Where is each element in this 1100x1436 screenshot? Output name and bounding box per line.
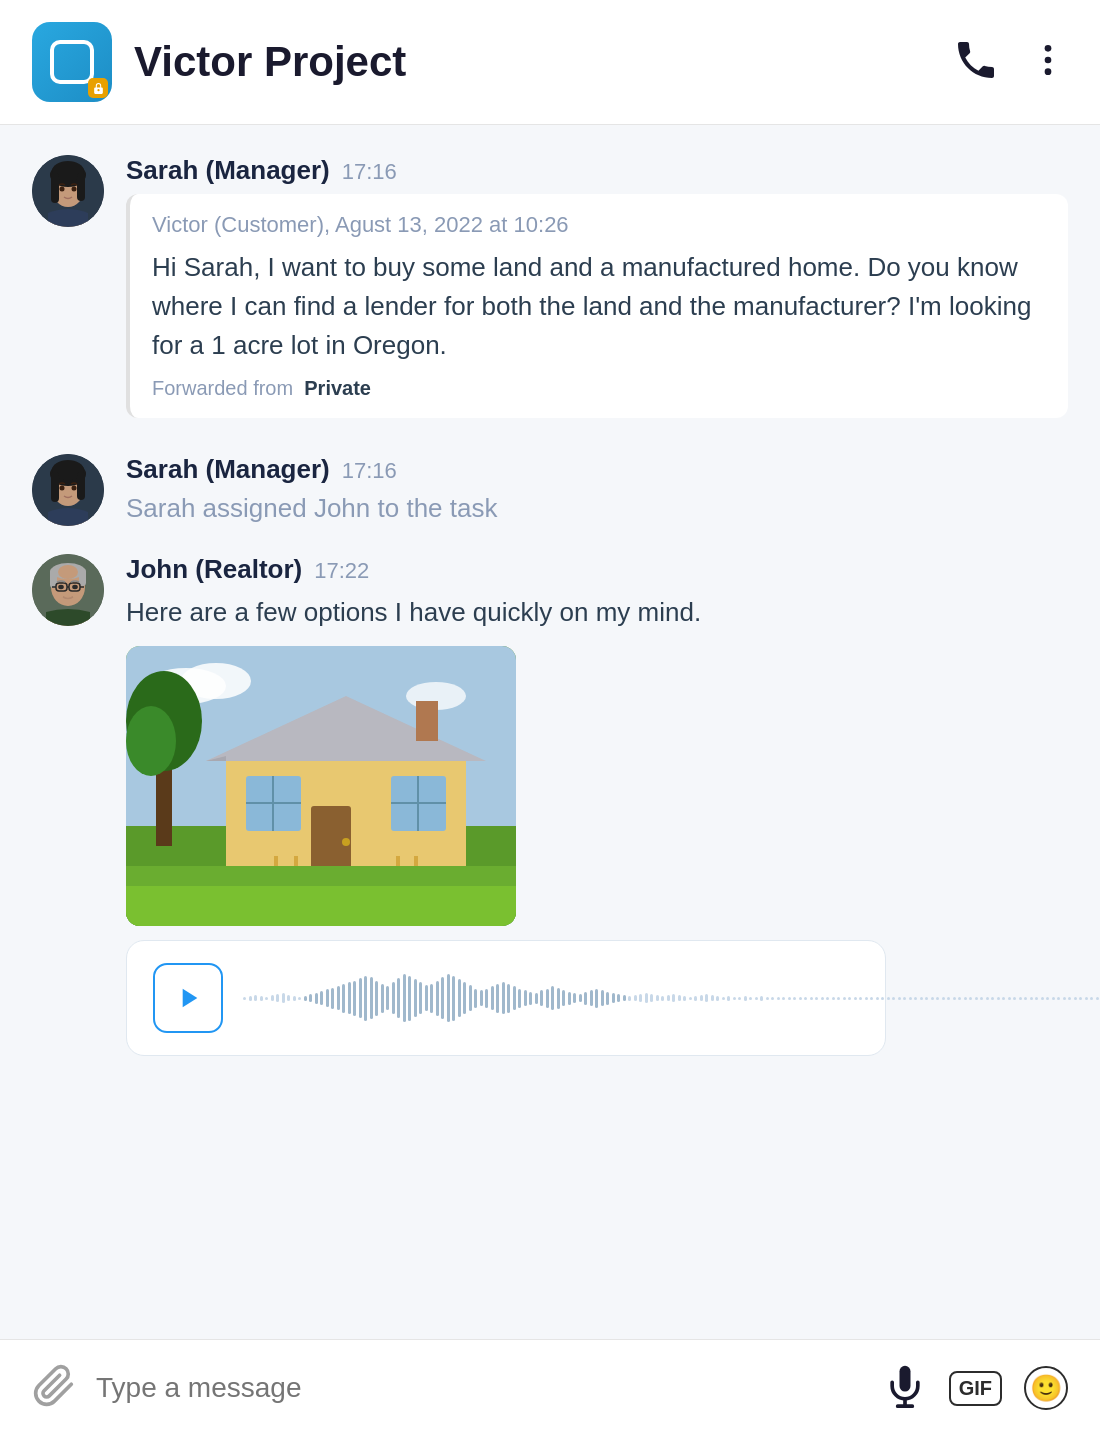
svg-point-29	[72, 585, 78, 589]
message-text: Here are a few options I have quickly on…	[126, 593, 1068, 632]
house-scene-svg	[126, 646, 516, 926]
sender-name: Sarah (Manager)	[126, 454, 330, 485]
gif-button[interactable]: GIF	[949, 1371, 1002, 1406]
forwarded-text: Hi Sarah, I want to buy some land and a …	[152, 248, 1046, 365]
sarah-avatar-svg-2	[32, 454, 104, 526]
svg-point-20	[72, 486, 77, 491]
message-content: Sarah (Manager) 17:16 Victor (Customer),…	[126, 155, 1068, 426]
sarah-avatar-svg	[32, 155, 104, 227]
svg-rect-47	[416, 701, 438, 741]
message-content: John (Realtor) 17:22 Here are a few opti…	[126, 554, 1068, 1056]
john-avatar-svg	[32, 554, 104, 626]
messages-area: Sarah (Manager) 17:16 Victor (Customer),…	[0, 125, 1100, 1339]
svg-point-55	[342, 838, 350, 846]
header: Victor Project	[0, 0, 1100, 125]
svg-point-1	[1045, 57, 1052, 64]
avatar	[32, 554, 104, 626]
more-menu-button[interactable]	[1028, 40, 1068, 84]
chat-title: Victor Project	[134, 38, 952, 86]
lock-badge	[88, 78, 108, 98]
message-header: John (Realtor) 17:22	[126, 554, 1068, 585]
waveform	[243, 974, 1100, 1022]
microphone-icon	[883, 1364, 927, 1408]
attach-button[interactable]	[32, 1364, 76, 1412]
svg-rect-62	[126, 886, 516, 926]
message-header: Sarah (Manager) 17:16	[126, 155, 1068, 186]
phone-icon	[952, 36, 1000, 84]
play-button[interactable]	[153, 963, 223, 1033]
message-time: 17:16	[342, 458, 397, 484]
svg-rect-9	[77, 173, 85, 201]
call-button[interactable]	[952, 36, 1000, 88]
svg-point-10	[60, 187, 65, 192]
forwarded-from-label: Forwarded from	[152, 377, 293, 399]
microphone-button[interactable]	[883, 1364, 927, 1412]
table-row: Sarah (Manager) 17:16 Victor (Customer),…	[32, 155, 1068, 426]
house-image	[126, 646, 516, 926]
sender-name: John (Realtor)	[126, 554, 302, 585]
emoji-button[interactable]: 🙂	[1024, 1366, 1068, 1410]
play-icon	[172, 982, 204, 1014]
svg-point-2	[1045, 68, 1052, 75]
svg-point-43	[126, 706, 176, 776]
forwarded-card: Victor (Customer), Agust 13, 2022 at 10:…	[126, 194, 1068, 418]
svg-rect-18	[77, 472, 85, 500]
avatar	[32, 155, 104, 227]
app-avatar-inner	[50, 40, 94, 84]
message-header: Sarah (Manager) 17:16	[126, 454, 1068, 485]
svg-point-35	[58, 596, 78, 604]
input-actions: GIF 🙂	[883, 1364, 1068, 1412]
audio-player: 00:07	[126, 940, 886, 1056]
sender-name: Sarah (Manager)	[126, 155, 330, 186]
forwarded-from: Forwarded from Private	[152, 377, 1046, 400]
message-time: 17:22	[314, 558, 369, 584]
svg-rect-8	[51, 173, 59, 203]
avatar	[32, 454, 104, 526]
svg-point-28	[58, 585, 64, 589]
svg-point-19	[60, 486, 65, 491]
forwarded-meta: Victor (Customer), Agust 13, 2022 at 10:…	[152, 212, 1046, 238]
svg-point-11	[72, 187, 77, 192]
message-input[interactable]	[96, 1372, 863, 1404]
header-actions	[952, 36, 1068, 88]
svg-rect-26	[79, 568, 86, 586]
table-row: Sarah (Manager) 17:16 Sarah assigned Joh…	[32, 454, 1068, 526]
message-time: 17:16	[342, 159, 397, 185]
more-vertical-icon	[1028, 40, 1068, 80]
paperclip-icon	[32, 1364, 76, 1408]
message-content: Sarah (Manager) 17:16 Sarah assigned Joh…	[126, 454, 1068, 524]
svg-point-0	[1045, 45, 1052, 52]
svg-rect-17	[51, 472, 59, 502]
forwarded-from-name: Private	[304, 377, 371, 399]
message-text: Sarah assigned John to the task	[126, 493, 1068, 524]
table-row: John (Realtor) 17:22 Here are a few opti…	[32, 554, 1068, 1056]
svg-point-27	[58, 565, 78, 579]
app-avatar	[32, 22, 112, 102]
input-bar: GIF 🙂	[0, 1339, 1100, 1436]
lock-icon	[92, 82, 105, 95]
